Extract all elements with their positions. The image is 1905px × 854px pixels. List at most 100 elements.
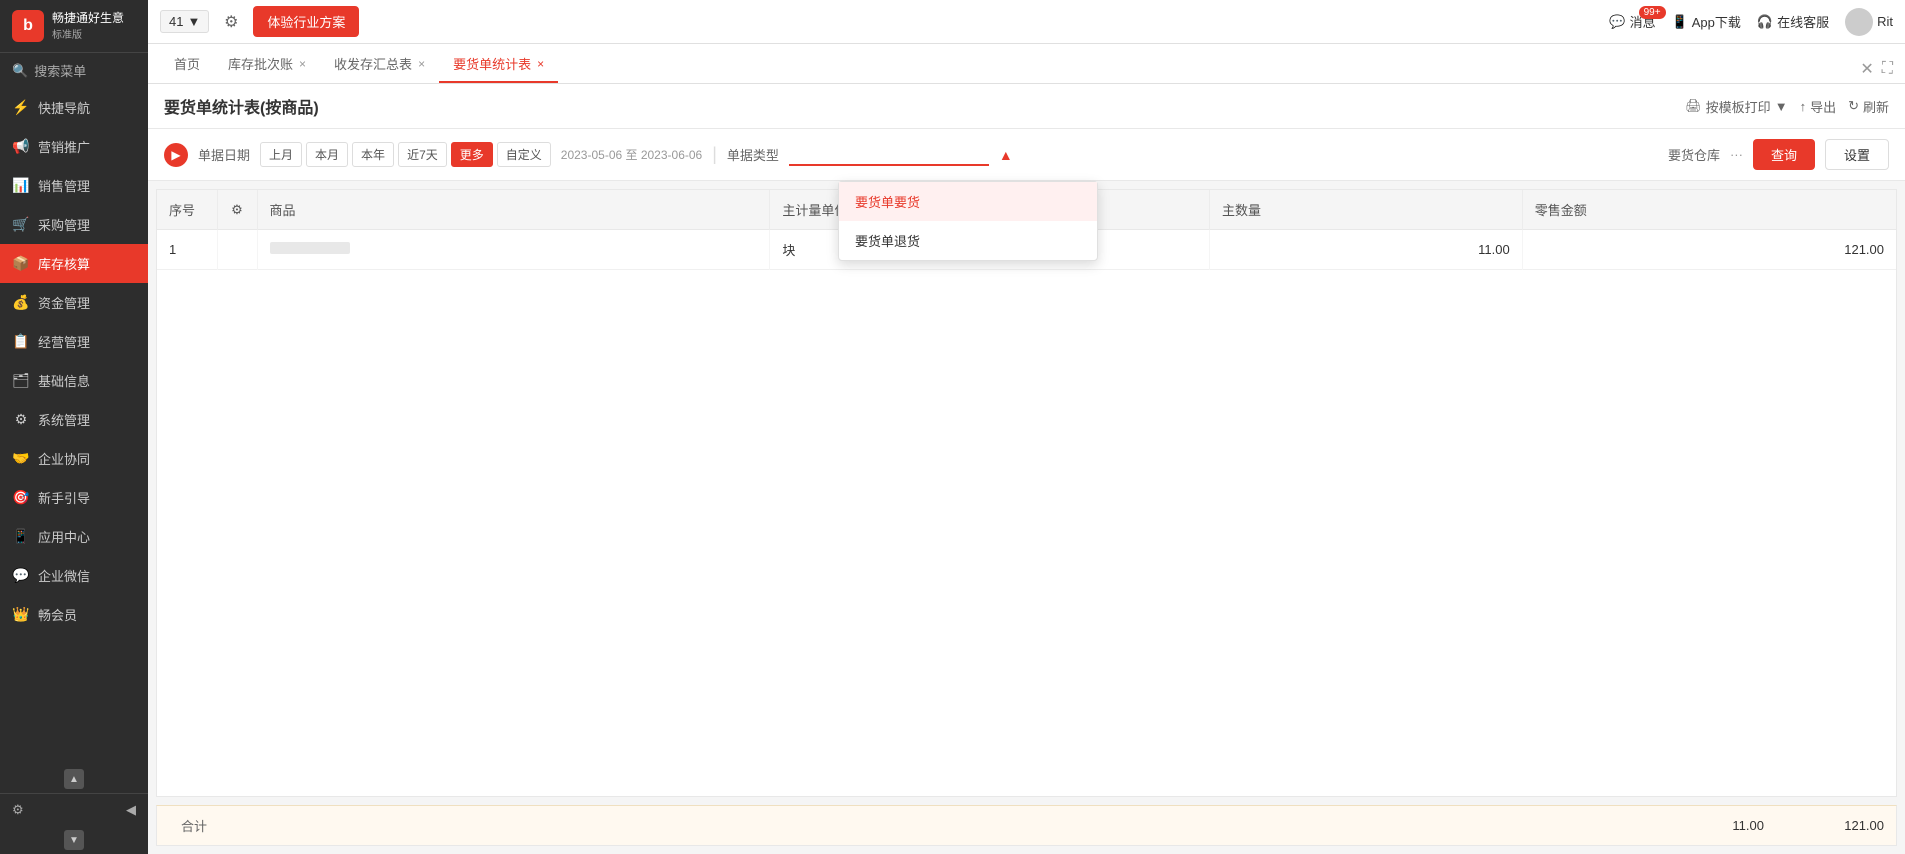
footer-label: 合计	[169, 816, 399, 835]
sidebar-item-wechat[interactable]: 💬 企业微信	[0, 556, 148, 595]
trial-btn[interactable]: 体验行业方案	[253, 6, 359, 37]
settings-icon[interactable]: ⚙	[12, 802, 24, 818]
sidebar-item-label: 应用中心	[38, 527, 90, 546]
export-btn[interactable]: ↑ 导出	[1800, 97, 1837, 116]
scroll-down-icon[interactable]: ▼	[64, 830, 84, 850]
type-filter-input[interactable]	[789, 143, 989, 166]
sidebar-item-member[interactable]: 👑 畅会员	[0, 595, 148, 634]
td-amount: 121.00	[1522, 230, 1896, 270]
sidebar-item-guide[interactable]: 🎯 新手引导	[0, 478, 148, 517]
tab-home[interactable]: 首页	[160, 46, 214, 83]
tab-batch-account-label: 库存批次账	[228, 54, 293, 73]
sidebar-item-purchase[interactable]: 🛒 采购管理	[0, 205, 148, 244]
search-menu[interactable]: 🔍 搜索菜单	[0, 53, 148, 88]
user-profile[interactable]: Rit	[1845, 8, 1893, 36]
operations-icon: 📋	[12, 333, 30, 351]
main-area: 41 ▼ ⚙ 体验行业方案 💬 消息 99+ 📱 App下载 🎧 在线客服	[148, 0, 1905, 854]
user-name: Rit	[1877, 14, 1893, 29]
tab-count-selector[interactable]: 41 ▼	[160, 10, 209, 33]
sidebar-item-label: 企业协同	[38, 449, 90, 468]
app-download-btn[interactable]: 📱 App下载	[1672, 12, 1741, 31]
sidebar-item-app-center[interactable]: 📱 应用中心	[0, 517, 148, 556]
td-settings	[217, 230, 257, 270]
sidebar-item-enterprise[interactable]: 🤝 企业协同	[0, 439, 148, 478]
basic-info-icon: 🗂	[12, 372, 30, 390]
refresh-icon: ↻	[1848, 98, 1859, 114]
expand-icon: ▶	[171, 148, 180, 162]
table-area: 序号 ⚙ 商品 主计量单位 主数量 零售金额 1	[156, 189, 1897, 797]
online-service-btn[interactable]: 🎧 在线客服	[1757, 12, 1829, 31]
sidebar-item-finance[interactable]: 💰 资金管理	[0, 283, 148, 322]
sidebar-item-system[interactable]: ⚙ 系统管理	[0, 400, 148, 439]
app-version: 标准版	[52, 26, 124, 41]
export-icon: ↑	[1800, 99, 1807, 114]
app-center-icon: 📱	[12, 528, 30, 546]
sidebar-nav: ⚡ 快捷导航 📢 营销推广 📊 销售管理 🛒 采购管理 📦 库存核算 💰 资金管…	[0, 88, 148, 765]
type-filter-arrow[interactable]: ▲	[999, 147, 1013, 163]
enterprise-icon: 🤝	[12, 450, 30, 468]
sidebar-item-operations[interactable]: 📋 经营管理	[0, 322, 148, 361]
date-btn-last-7days[interactable]: 近7天	[398, 142, 447, 167]
date-btn-custom[interactable]: 自定义	[497, 142, 551, 167]
warehouse-filter-dots[interactable]: ···	[1730, 147, 1743, 162]
app-logo-icon: b	[12, 10, 44, 42]
sidebar-logo: b 畅捷通好生意 标准版	[0, 0, 148, 53]
collapse-icon[interactable]: ◀	[126, 802, 136, 818]
sidebar-collapse[interactable]: ⚙ ◀	[0, 793, 148, 826]
date-buttons: 上月 本月 本年 近7天 更多 自定义	[260, 142, 551, 167]
purchase-icon: 🛒	[12, 216, 30, 234]
tab-batch-account-close[interactable]: ×	[299, 57, 306, 71]
date-btn-more[interactable]: 更多	[451, 142, 493, 167]
footer-qty: 11.00	[1684, 818, 1764, 833]
sidebar-item-marketing[interactable]: 📢 营销推广	[0, 127, 148, 166]
query-btn[interactable]: 查询	[1753, 139, 1815, 170]
settings-btn[interactable]: 设置	[1825, 139, 1889, 170]
footer-amount: 121.00	[1784, 818, 1884, 833]
close-all-icon[interactable]: ✕	[1860, 59, 1873, 79]
date-filter-label: 单据日期	[198, 145, 250, 164]
print-template-label: 按模板打印	[1706, 97, 1771, 116]
quick-nav-icon: ⚡	[12, 99, 30, 117]
refresh-btn[interactable]: ↻ 刷新	[1848, 97, 1889, 116]
print-template-btn[interactable]: 🖨 按模板打印 ▼	[1685, 97, 1787, 116]
topbar-right: 💬 消息 99+ 📱 App下载 🎧 在线客服 Rit	[1609, 8, 1893, 36]
date-btn-this-year[interactable]: 本年	[352, 142, 394, 167]
sidebar-item-quick-nav[interactable]: ⚡ 快捷导航	[0, 88, 148, 127]
tab-batch-account[interactable]: 库存批次账 ×	[214, 46, 320, 83]
dropdown-item-demand-purchase[interactable]: 要货单要货	[839, 182, 1097, 221]
topbar-settings-btn[interactable]: ⚙	[217, 8, 245, 36]
filter-expand-btn[interactable]: ▶	[164, 143, 188, 167]
tab-receivable-summary[interactable]: 收发存汇总表 ×	[320, 46, 439, 83]
sidebar-item-label: 营销推广	[38, 137, 90, 156]
tab-demand-close[interactable]: ×	[537, 57, 544, 71]
system-icon: ⚙	[12, 411, 30, 429]
date-btn-this-month[interactable]: 本月	[306, 142, 348, 167]
scroll-up-icon[interactable]: ▲	[64, 769, 84, 789]
tab-receivable-close[interactable]: ×	[418, 57, 425, 71]
messages-btn[interactable]: 💬 消息 99+	[1609, 12, 1655, 31]
th-product: 商品	[257, 190, 770, 230]
maximize-icon[interactable]: ⛶	[1882, 60, 1893, 78]
export-label: 导出	[1810, 97, 1836, 116]
date-btn-prev-month[interactable]: 上月	[260, 142, 302, 167]
app-download-label: App下载	[1692, 12, 1741, 31]
wechat-icon: 💬	[12, 567, 30, 585]
refresh-label: 刷新	[1863, 97, 1889, 116]
message-icon: 💬	[1609, 14, 1625, 30]
sidebar-item-sales[interactable]: 📊 销售管理	[0, 166, 148, 205]
th-amount: 零售金额	[1522, 190, 1896, 230]
tab-demand-summary[interactable]: 要货单统计表 ×	[439, 46, 558, 83]
filter-divider: |	[712, 144, 717, 165]
sidebar-item-label: 快捷导航	[38, 98, 90, 117]
th-seq: 序号	[157, 190, 217, 230]
th-settings[interactable]: ⚙	[217, 190, 257, 230]
sidebar-item-inventory[interactable]: 📦 库存核算	[0, 244, 148, 283]
member-icon: 👑	[12, 606, 30, 624]
dropdown-item-demand-return[interactable]: 要货单退货	[839, 221, 1097, 260]
sidebar-item-basic-info[interactable]: 🗂 基础信息	[0, 361, 148, 400]
td-product	[257, 230, 770, 270]
sidebar-item-label: 采购管理	[38, 215, 90, 234]
chevron-down-icon: ▼	[187, 14, 200, 29]
topbar: 41 ▼ ⚙ 体验行业方案 💬 消息 99+ 📱 App下载 🎧 在线客服	[148, 0, 1905, 44]
inventory-icon: 📦	[12, 255, 30, 273]
